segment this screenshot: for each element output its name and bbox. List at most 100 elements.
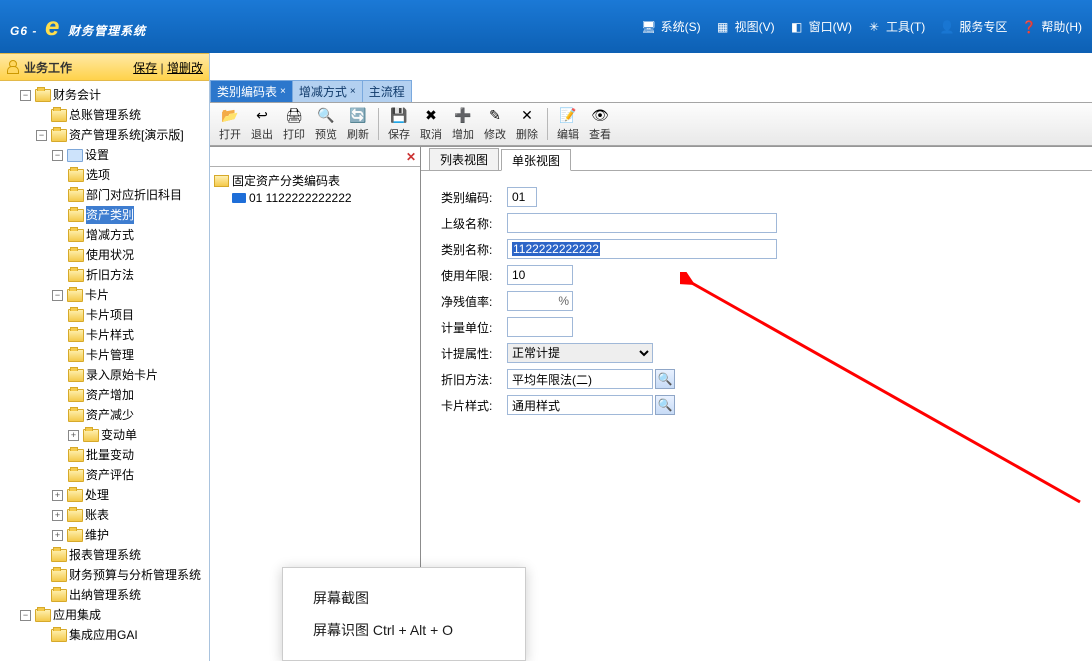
tree-asset-add[interactable]: 资产增加 <box>66 385 207 405</box>
tree-change-mode[interactable]: 增减方式 <box>66 225 207 245</box>
filter-input[interactable] <box>210 148 402 166</box>
save-button[interactable]: 💾保存 <box>383 104 415 144</box>
nav-tree: −财务会计 总账管理系统 −资产管理系统[演示版] −设置 选项 部门对应折旧科… <box>0 81 209 661</box>
tree-report[interactable]: 报表管理系统 <box>34 545 207 565</box>
expand-icon[interactable]: − <box>20 90 31 101</box>
lookup-method-button[interactable]: 🔍 <box>655 369 675 389</box>
tree-asset[interactable]: −资产管理系统[演示版] <box>34 125 207 145</box>
add-button[interactable]: ➕增加 <box>447 104 479 144</box>
menu-window[interactable]: ◧窗口(W) <box>789 18 852 35</box>
tree-card[interactable]: −卡片 <box>50 285 207 305</box>
folder-icon <box>67 529 83 542</box>
tree-card-item[interactable]: 卡片项目 <box>66 305 207 325</box>
input-unit[interactable] <box>507 317 573 337</box>
subtree-child[interactable]: 01 1122222222222 <box>214 190 416 206</box>
input-years[interactable] <box>507 265 573 285</box>
cancel-button[interactable]: ✖取消 <box>415 104 447 144</box>
sidebar-save-link[interactable]: 保存 <box>133 61 157 75</box>
expand-icon[interactable]: − <box>52 290 63 301</box>
open-button[interactable]: 📂打开 <box>214 104 246 144</box>
folder-icon <box>68 309 84 322</box>
close-icon[interactable]: × <box>280 86 286 97</box>
gear-icon: ✳ <box>866 19 882 35</box>
menu-view[interactable]: ▦视图(V) <box>715 18 775 35</box>
menu-tools[interactable]: ✳工具(T) <box>866 18 925 35</box>
tab-list-view[interactable]: 列表视图 <box>429 148 499 170</box>
tab-single-view[interactable]: 单张视图 <box>501 149 571 171</box>
tree-asset-eval[interactable]: 资产评估 <box>66 465 207 485</box>
tree-asset-minus[interactable]: 资产减少 <box>66 405 207 425</box>
toolbar-sep <box>547 108 548 140</box>
input-method[interactable] <box>507 369 653 389</box>
preview-button[interactable]: 🔍预览 <box>310 104 342 144</box>
tree-batch-change[interactable]: 批量变动 <box>66 445 207 465</box>
tree-dept[interactable]: 部门对应折旧科目 <box>66 185 207 205</box>
tree-books[interactable]: +账表 <box>50 505 207 525</box>
edit-button[interactable]: 📝编辑 <box>552 104 584 144</box>
tree-integration[interactable]: −应用集成 <box>18 605 207 625</box>
tree-asset-category[interactable]: 资产类别 <box>66 205 207 225</box>
folder-icon <box>51 109 67 122</box>
tree-label: 增减方式 <box>86 226 134 244</box>
open-icon: 📂 <box>221 107 239 125</box>
clear-icon[interactable]: ✕ <box>402 148 420 166</box>
rate-suffix: % <box>558 294 569 308</box>
folder-icon <box>67 509 83 522</box>
expand-icon[interactable]: + <box>52 490 63 501</box>
input-style[interactable] <box>507 395 653 415</box>
expand-icon[interactable]: + <box>52 530 63 541</box>
menu-service[interactable]: 👤服务专区 <box>939 18 1007 35</box>
select-attr[interactable]: 正常计提 <box>507 343 653 363</box>
tree-maintain[interactable]: +维护 <box>50 525 207 545</box>
save-icon: 💾 <box>390 107 408 125</box>
tree-dep-method[interactable]: 折旧方法 <box>66 265 207 285</box>
expand-icon[interactable]: − <box>52 150 63 161</box>
label-rate: 净残值率: <box>441 293 507 310</box>
tree-options[interactable]: 选项 <box>66 165 207 185</box>
subtree-root[interactable]: 固定资产分类编码表 <box>214 171 416 190</box>
tree-card-manage[interactable]: 卡片管理 <box>66 345 207 365</box>
lookup-style-button[interactable]: 🔍 <box>655 395 675 415</box>
tree-usage[interactable]: 使用状况 <box>66 245 207 265</box>
expand-icon[interactable]: + <box>52 510 63 521</box>
folder-icon <box>68 169 84 182</box>
modify-button[interactable]: ✎修改 <box>479 104 511 144</box>
refresh-button[interactable]: 🔄刷新 <box>342 104 374 144</box>
tree-gai[interactable]: 集成应用GAI <box>34 625 207 645</box>
tree-finance[interactable]: −财务会计 <box>18 85 207 105</box>
label-attr: 计提属性: <box>441 345 507 362</box>
menu-system[interactable]: 🖥系统(S) <box>641 18 701 35</box>
view-button[interactable]: 👁查看 <box>584 104 616 144</box>
popup-screenshot[interactable]: 屏幕截图 <box>283 582 525 614</box>
expand-icon[interactable]: + <box>68 430 79 441</box>
print-button[interactable]: 🖨打印 <box>278 104 310 144</box>
tree-card-style[interactable]: 卡片样式 <box>66 325 207 345</box>
tree-card-input[interactable]: 录入原始卡片 <box>66 365 207 385</box>
toolbar-sep <box>378 108 379 140</box>
menu-help[interactable]: ❓帮助(H) <box>1021 18 1082 35</box>
add-icon: ➕ <box>454 107 472 125</box>
folder-icon <box>68 189 84 202</box>
folder-icon <box>51 549 67 562</box>
tree-gl[interactable]: 总账管理系统 <box>34 105 207 125</box>
tab-main-flow[interactable]: 主流程 <box>362 80 412 102</box>
close-icon[interactable]: × <box>350 86 356 97</box>
expand-icon[interactable]: − <box>20 610 31 621</box>
folder-icon <box>35 89 51 102</box>
delete-button[interactable]: ✕删除 <box>511 104 543 144</box>
tree-process[interactable]: +处理 <box>50 485 207 505</box>
tab-change-mode[interactable]: 增减方式× <box>292 80 363 102</box>
input-parent[interactable] <box>507 213 777 233</box>
exit-button[interactable]: ↩退出 <box>246 104 278 144</box>
tab-category-code[interactable]: 类别编码表× <box>210 80 293 102</box>
tree-cashier[interactable]: 出纳管理系统 <box>34 585 207 605</box>
expand-icon[interactable]: − <box>36 130 47 141</box>
tree-budget[interactable]: 财务预算与分析管理系统 <box>34 565 207 585</box>
refresh-icon: 🔄 <box>349 107 367 125</box>
tree-settings[interactable]: −设置 <box>50 145 207 165</box>
input-name[interactable]: 1122222222222 <box>507 239 777 259</box>
toolbar: 📂打开 ↩退出 🖨打印 🔍预览 🔄刷新 💾保存 ✖取消 ➕增加 ✎修改 ✕删除 … <box>210 102 1092 146</box>
popup-ocr[interactable]: 屏幕识图 Ctrl + Alt + O <box>283 614 525 646</box>
tree-change-bill[interactable]: +变动单 <box>66 425 207 445</box>
sidebar-edit-link[interactable]: 增删改 <box>167 61 203 75</box>
